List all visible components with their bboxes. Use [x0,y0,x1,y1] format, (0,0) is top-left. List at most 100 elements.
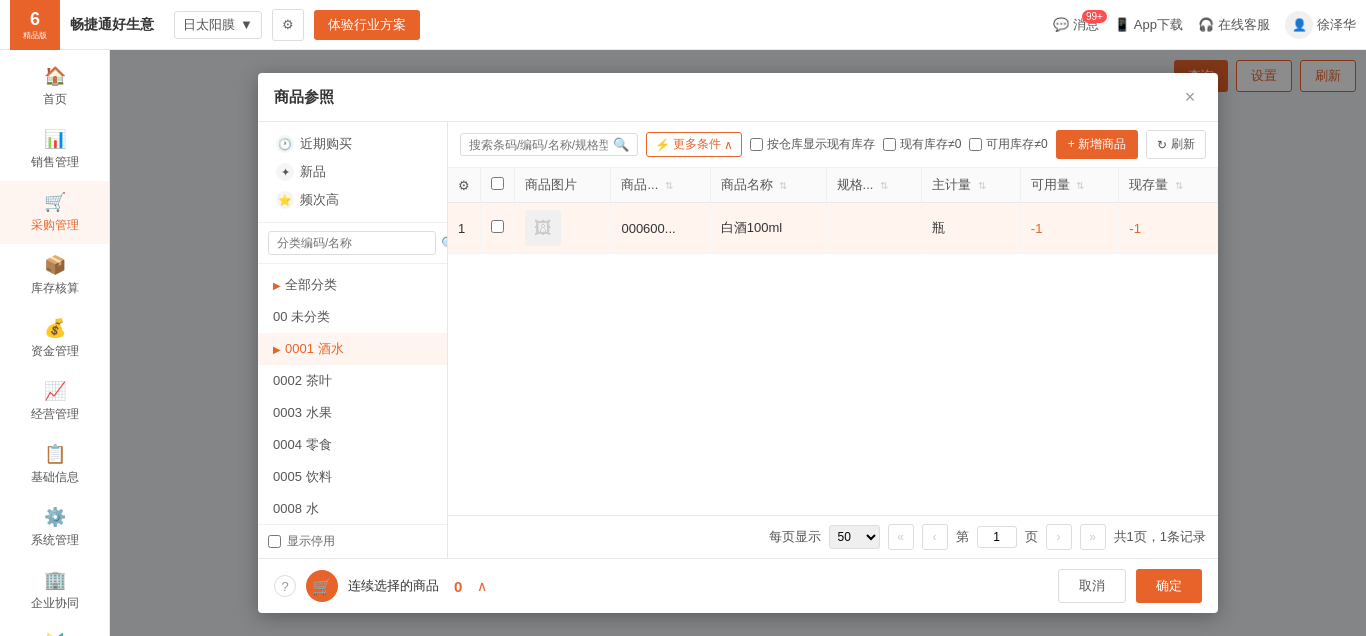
available-nonzero-label: 可用库存≠0 [986,136,1047,153]
col-spec-sort: ⇅ [880,180,888,191]
category-search-input[interactable] [268,231,436,255]
right-panel: 🔍 ⚡ 更多条件 ∧ 按仓库显示现有库存 [448,122,1218,558]
filter-available-nonzero[interactable]: 可用库存≠0 [969,136,1047,153]
search-icon[interactable]: 🔍 [613,137,629,152]
collapse-selection-button[interactable]: ∧ [477,578,487,594]
filter-stock-nonzero[interactable]: 现有库存≠0 [883,136,961,153]
col-spec[interactable]: 规格... ⇅ [826,168,922,203]
sidebar-item-operations[interactable]: 📈 经营管理 [0,370,109,433]
product-thumbnail: 🖼 [525,210,561,246]
col-current-sort: ⇅ [1175,180,1183,191]
refresh-button[interactable]: ↻ 刷新 [1146,130,1206,159]
col-name[interactable]: 商品名称 ⇅ [710,168,826,203]
last-page-button[interactable]: » [1080,524,1106,550]
filter-more-label: 更多条件 [673,136,721,153]
service-nav-item[interactable]: 🎧 在线客服 [1198,16,1270,34]
category-list: ▶ 全部分类 00 未分类 ▶ 0001 酒水 0002 茶 [258,264,447,524]
sidebar-item-guide[interactable]: 🔰 新手引导 [0,622,109,636]
dialog-close-button[interactable]: × [1178,85,1202,109]
col-unit[interactable]: 主计量 ⇅ [922,168,1021,203]
cart-icon-button[interactable]: 🛒 [306,570,338,602]
help-button[interactable]: ? [274,575,296,597]
store-selector[interactable]: 日太阳膜 ▼ [174,11,262,39]
filter-more-button[interactable]: ⚡ 更多条件 ∧ [646,132,742,157]
show-inventory-label: 按仓库显示现有库存 [767,136,875,153]
sidebar-item-sales[interactable]: 📊 销售管理 [0,118,109,181]
sidebar-item-home[interactable]: 🏠 首页 [0,55,109,118]
app-download-nav-item[interactable]: 📱 App下载 [1114,16,1183,34]
col-available-label: 可用量 [1031,177,1070,192]
table-row[interactable]: 1 🖼 000600... 白酒100ml [448,203,1218,254]
page-size-select[interactable]: 20 50 100 [829,525,880,549]
sidebar-item-enterprise[interactable]: 🏢 企业协同 [0,559,109,622]
cat-item-snacks[interactable]: 0004 零食 [258,429,447,461]
confirm-button[interactable]: 确定 [1136,569,1202,603]
cancel-button[interactable]: 取消 [1058,569,1126,603]
prev-page-button[interactable]: ‹ [922,524,948,550]
product-table: ⚙ 商品图片 商品... ⇅ 商品名称 [448,168,1218,254]
cat-tea-label: 0002 茶叶 [273,372,332,390]
page-suffix: 页 [1025,528,1038,546]
settings-button[interactable]: ⚙ [272,9,304,41]
cat-item-liquor[interactable]: ▶ 0001 酒水 [258,333,447,365]
cat-item-fruit[interactable]: 0003 水果 [258,397,447,429]
dialog-footer: ? 🛒 连续选择的商品 0 ∧ 取消 确定 [258,558,1218,613]
row-select-checkbox[interactable] [491,220,504,233]
filter-icon: ⚡ [655,138,670,152]
table-header-row: ⚙ 商品图片 商品... ⇅ 商品名称 [448,168,1218,203]
stock-nonzero-checkbox[interactable] [883,138,896,151]
category-search-area: 🔍 [258,223,447,264]
filter-show-inventory[interactable]: 按仓库显示现有库存 [750,136,875,153]
col-code-label: 商品... [621,177,658,192]
col-available[interactable]: 可用量 ⇅ [1020,168,1119,203]
select-all-checkbox[interactable] [491,177,504,190]
sidebar-item-purchase-label: 采购管理 [31,217,79,234]
continuous-label: 连续选择的商品 [348,577,439,595]
cat-item-tea[interactable]: 0002 茶叶 [258,365,447,397]
col-settings[interactable]: ⚙ [448,168,481,203]
first-page-button[interactable]: « [888,524,914,550]
quick-new[interactable]: ✦ 新品 [268,158,437,186]
cat-item-water[interactable]: 0008 水 [258,493,447,524]
quick-frequent[interactable]: ⭐ 频次高 [268,186,437,214]
filter-chevron-icon: ∧ [724,138,733,152]
row-unit: 瓶 [922,203,1021,254]
inventory-icon: 📦 [44,254,66,276]
row-seq: 1 [448,203,481,254]
available-nonzero-checkbox[interactable] [969,138,982,151]
message-nav-item[interactable]: 💬 消息 99+ [1053,16,1099,34]
col-code[interactable]: 商品... ⇅ [611,168,710,203]
cat-item-all[interactable]: ▶ 全部分类 [258,269,447,301]
col-current[interactable]: 现存量 ⇅ [1119,168,1218,203]
guide-icon: 🔰 [44,632,66,636]
sidebar-item-inventory[interactable]: 📦 库存核算 [0,244,109,307]
show-disabled-checkbox[interactable] [268,535,281,548]
sidebar-item-finance[interactable]: 💰 资金管理 [0,307,109,370]
basics-icon: 📋 [44,443,66,465]
cat-item-uncategorized[interactable]: 00 未分类 [258,301,447,333]
sidebar-item-basics[interactable]: 📋 基础信息 [0,433,109,496]
show-inventory-checkbox[interactable] [750,138,763,151]
quick-new-label: 新品 [300,163,326,181]
cat-item-drinks[interactable]: 0005 饮料 [258,461,447,493]
home-icon: 🏠 [44,65,66,87]
operations-icon: 📈 [44,380,66,402]
pagination-bar: 每页显示 20 50 100 « ‹ 第 页 › [448,515,1218,558]
sidebar-item-purchase[interactable]: 🛒 采购管理 [0,181,109,244]
product-search-input[interactable] [469,138,608,152]
avatar: 👤 [1285,11,1313,39]
add-product-button[interactable]: + 新增商品 [1056,130,1138,159]
user-nav-item[interactable]: 👤 徐泽华 [1285,11,1356,39]
next-page-button[interactable]: › [1046,524,1072,550]
service-label: 在线客服 [1218,16,1270,34]
service-icon: 🎧 [1198,17,1214,32]
col-unit-sort: ⇅ [978,180,986,191]
row-spec [826,203,922,254]
experience-button[interactable]: 体验行业方案 [314,10,420,40]
sidebar-item-system[interactable]: ⚙️ 系统管理 [0,496,109,559]
page-number-input[interactable] [977,526,1017,548]
quick-recent[interactable]: 🕐 近期购买 [268,130,437,158]
category-search-icon[interactable]: 🔍 [441,236,448,251]
quick-access-section: 🕐 近期购买 ✦ 新品 ⭐ 频次高 [258,122,447,223]
app-logo: 6 精品版 [10,0,60,50]
